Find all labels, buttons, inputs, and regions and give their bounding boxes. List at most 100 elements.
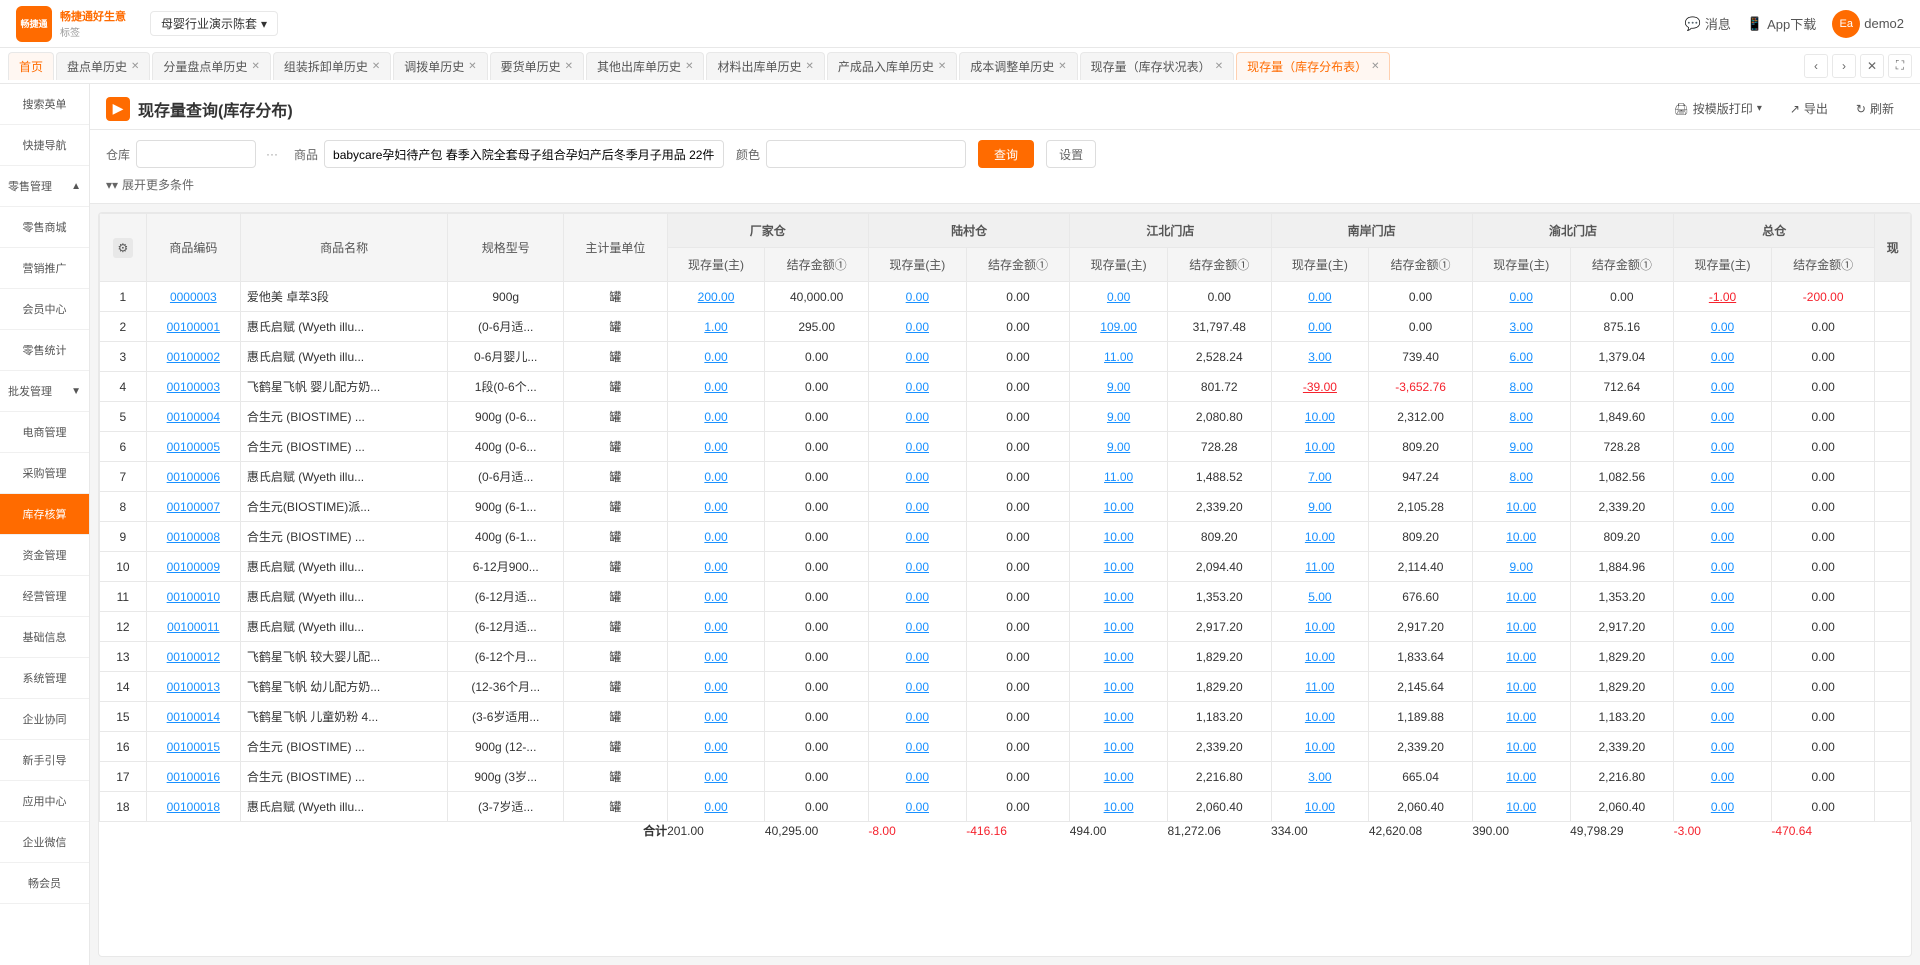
cell-jiangbei-present[interactable]: 9.00 bbox=[1070, 372, 1168, 402]
cell-lucun-present[interactable]: 0.00 bbox=[868, 792, 966, 822]
cell-changjia-present[interactable]: 0.00 bbox=[667, 702, 765, 732]
cell-yubei-present[interactable]: 8.00 bbox=[1472, 372, 1570, 402]
expand-sidebar-btn[interactable]: ▶ bbox=[106, 97, 130, 121]
cell-zong-present[interactable]: 0.00 bbox=[1674, 702, 1772, 732]
tab-qitachuji[interactable]: 其他出库单历史 ✕ bbox=[586, 52, 704, 80]
cell-nangan-present[interactable]: 10.00 bbox=[1271, 612, 1369, 642]
cell-yubei-present[interactable]: 0.00 bbox=[1472, 282, 1570, 312]
cell-changjia-present[interactable]: 0.00 bbox=[667, 582, 765, 612]
cell-yubei-present[interactable]: 8.00 bbox=[1472, 402, 1570, 432]
cell-lucun-present[interactable]: 0.00 bbox=[868, 462, 966, 492]
cell-yubei-present[interactable]: 10.00 bbox=[1472, 672, 1570, 702]
sidebar-item-search[interactable]: 搜索英单 bbox=[0, 84, 89, 125]
cell-jiangbei-present[interactable]: 109.00 bbox=[1070, 312, 1168, 342]
sidebar-item-purchase[interactable]: 采购管理 bbox=[0, 453, 89, 494]
sidebar-item-ecommerce[interactable]: 电商管理 bbox=[0, 412, 89, 453]
cell-yubei-present[interactable]: 10.00 bbox=[1472, 732, 1570, 762]
cell-code[interactable]: 00100012 bbox=[146, 642, 240, 672]
sidebar-item-wechat[interactable]: 企业微信 bbox=[0, 822, 89, 863]
cell-lucun-present[interactable]: 0.00 bbox=[868, 672, 966, 702]
cell-nangan-present[interactable]: 10.00 bbox=[1271, 642, 1369, 672]
cell-nangan-present[interactable]: 7.00 bbox=[1271, 462, 1369, 492]
sidebar-item-enterprise[interactable]: 企业协同 bbox=[0, 699, 89, 740]
cell-lucun-present[interactable]: 0.00 bbox=[868, 492, 966, 522]
tab-fullscreen-btn[interactable]: ⛶ bbox=[1888, 54, 1912, 78]
cell-code[interactable]: 00100010 bbox=[146, 582, 240, 612]
cell-jiangbei-present[interactable]: 10.00 bbox=[1070, 552, 1168, 582]
cell-lucun-present[interactable]: 0.00 bbox=[868, 522, 966, 552]
cell-zong-present[interactable]: 0.00 bbox=[1674, 342, 1772, 372]
cell-code[interactable]: 00100015 bbox=[146, 732, 240, 762]
cell-jiangbei-present[interactable]: 11.00 bbox=[1070, 462, 1168, 492]
export-btn[interactable]: ↗ 导出 bbox=[1780, 96, 1838, 121]
company-selector[interactable]: 母婴行业演示陈套 ▾ bbox=[150, 11, 278, 36]
cell-changjia-present[interactable]: 1.00 bbox=[667, 312, 765, 342]
sidebar-item-operations[interactable]: 经营管理 bbox=[0, 576, 89, 617]
cell-zong-present[interactable]: 0.00 bbox=[1674, 522, 1772, 552]
cell-yubei-present[interactable]: 10.00 bbox=[1472, 642, 1570, 672]
settings-icon[interactable]: ⚙ bbox=[113, 238, 133, 258]
sidebar-item-member[interactable]: 会员中心 bbox=[0, 289, 89, 330]
sidebar-item-finance[interactable]: 资金管理 bbox=[0, 535, 89, 576]
tab-prev-btn[interactable]: ‹ bbox=[1804, 54, 1828, 78]
tab-xiancunliang1[interactable]: 现存量（库存状况表） ✕ bbox=[1080, 52, 1234, 80]
cell-code[interactable]: 00100013 bbox=[146, 672, 240, 702]
cell-lucun-present[interactable]: 0.00 bbox=[868, 732, 966, 762]
cell-yubei-present[interactable]: 10.00 bbox=[1472, 762, 1570, 792]
cell-jiangbei-present[interactable]: 11.00 bbox=[1070, 342, 1168, 372]
tab-cailiao[interactable]: 材料出库单历史 ✕ bbox=[706, 52, 824, 80]
cell-zong-present[interactable]: 0.00 bbox=[1674, 672, 1772, 702]
cell-jiangbei-present[interactable]: 10.00 bbox=[1070, 642, 1168, 672]
cell-yubei-present[interactable]: 10.00 bbox=[1472, 792, 1570, 822]
cell-code[interactable]: 00100014 bbox=[146, 702, 240, 732]
cell-yubei-present[interactable]: 10.00 bbox=[1472, 702, 1570, 732]
sidebar-item-quicknav[interactable]: 快捷导航 bbox=[0, 125, 89, 166]
close-icon[interactable]: ✕ bbox=[805, 61, 813, 72]
tab-fenpandian[interactable]: 分量盘点单历史 ✕ bbox=[152, 52, 270, 80]
cell-zong-present[interactable]: 0.00 bbox=[1674, 372, 1772, 402]
cell-code[interactable]: 00100007 bbox=[146, 492, 240, 522]
sidebar-item-membership[interactable]: 畅会员 bbox=[0, 863, 89, 904]
cell-jiangbei-present[interactable]: 9.00 bbox=[1070, 402, 1168, 432]
cell-changjia-present[interactable]: 0.00 bbox=[667, 342, 765, 372]
cell-code[interactable]: 00100004 bbox=[146, 402, 240, 432]
close-icon[interactable]: ✕ bbox=[1058, 61, 1066, 72]
tab-chancheng[interactable]: 产成品入库单历史 ✕ bbox=[827, 52, 957, 80]
cell-code[interactable]: 00100005 bbox=[146, 432, 240, 462]
tab-pandian[interactable]: 盘点单历史 ✕ bbox=[56, 52, 150, 80]
sidebar-item-apps[interactable]: 应用中心 bbox=[0, 781, 89, 822]
app-download-btn[interactable]: 📱 App下载 bbox=[1747, 14, 1816, 33]
warehouse-input[interactable] bbox=[136, 140, 256, 168]
sidebar-item-retail-mall[interactable]: 零售商城 bbox=[0, 207, 89, 248]
cell-nangan-present[interactable]: 10.00 bbox=[1271, 402, 1369, 432]
cell-nangan-present[interactable]: 0.00 bbox=[1271, 312, 1369, 342]
cell-lucun-present[interactable]: 0.00 bbox=[868, 762, 966, 792]
cell-zong-present[interactable]: 0.00 bbox=[1674, 402, 1772, 432]
cell-jiangbei-present[interactable]: 10.00 bbox=[1070, 732, 1168, 762]
tab-next-btn[interactable]: › bbox=[1832, 54, 1856, 78]
sidebar-item-retail-stats[interactable]: 零售统计 bbox=[0, 330, 89, 371]
cell-changjia-present[interactable]: 0.00 bbox=[667, 762, 765, 792]
cell-lucun-present[interactable]: 0.00 bbox=[868, 402, 966, 432]
tab-xiancunliang2[interactable]: 现存量（库存分布表） ✕ bbox=[1236, 52, 1390, 80]
cell-nangan-present[interactable]: 10.00 bbox=[1271, 522, 1369, 552]
cell-zong-present[interactable]: 0.00 bbox=[1674, 582, 1772, 612]
cell-zong-present[interactable]: 0.00 bbox=[1674, 552, 1772, 582]
cell-jiangbei-present[interactable]: 0.00 bbox=[1070, 282, 1168, 312]
tab-diaob[interactable]: 调拨单历史 ✕ bbox=[393, 52, 487, 80]
cell-changjia-present[interactable]: 0.00 bbox=[667, 552, 765, 582]
color-input[interactable] bbox=[766, 140, 966, 168]
cell-code[interactable]: 00100008 bbox=[146, 522, 240, 552]
cell-code[interactable]: 00100003 bbox=[146, 372, 240, 402]
close-icon[interactable]: ✕ bbox=[1215, 61, 1223, 72]
search-btn[interactable]: 查询 bbox=[978, 140, 1034, 168]
cell-jiangbei-present[interactable]: 10.00 bbox=[1070, 612, 1168, 642]
cell-changjia-present[interactable]: 0.00 bbox=[667, 372, 765, 402]
cell-lucun-present[interactable]: 0.00 bbox=[868, 642, 966, 672]
cell-code[interactable]: 00100011 bbox=[146, 612, 240, 642]
cell-changjia-present[interactable]: 0.00 bbox=[667, 612, 765, 642]
cell-jiangbei-present[interactable]: 10.00 bbox=[1070, 522, 1168, 552]
cell-lucun-present[interactable]: 0.00 bbox=[868, 612, 966, 642]
cell-jiangbei-present[interactable]: 10.00 bbox=[1070, 702, 1168, 732]
tab-home[interactable]: 首页 bbox=[8, 52, 54, 80]
